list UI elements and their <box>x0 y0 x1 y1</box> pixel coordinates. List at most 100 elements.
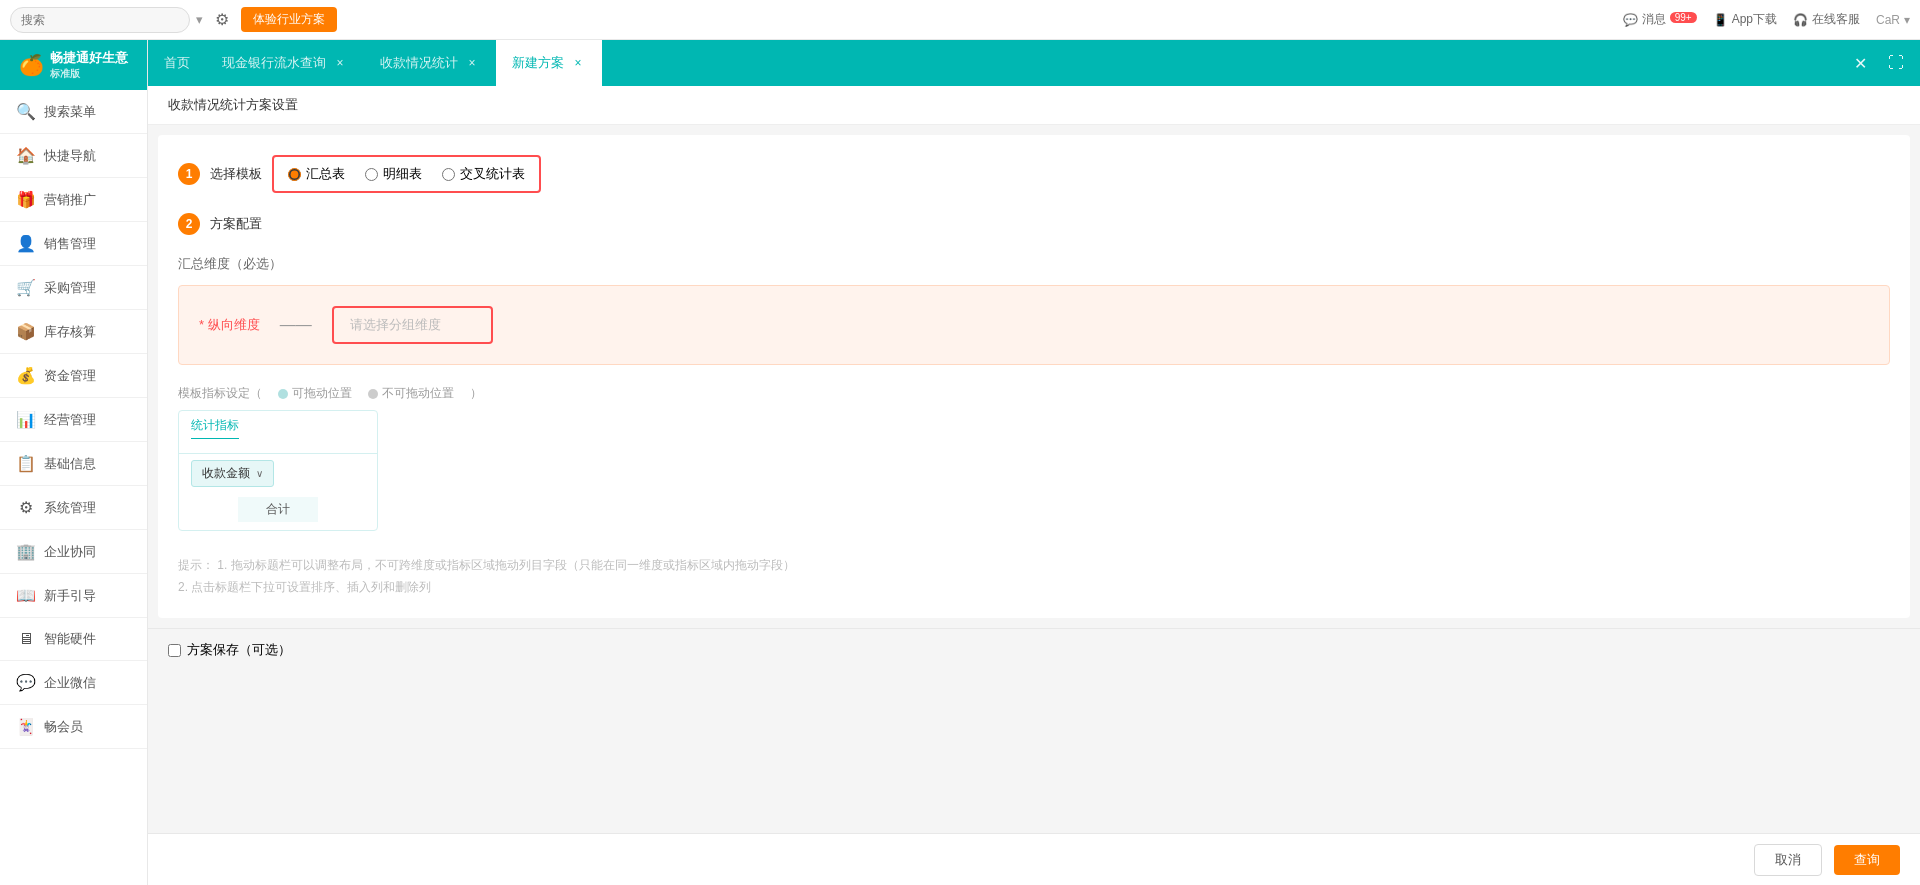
wechat-icon: 💬 <box>16 673 36 692</box>
step1-label: 选择模板 <box>210 165 262 183</box>
sidebar-item-beginner[interactable]: 📖 新手引导 <box>0 574 147 618</box>
tips-section: 提示： 1. 拖动标题栏可以调整布局，不可跨维度或指标区域拖动列目字段（只能在同… <box>178 555 1890 598</box>
tab-close-icon[interactable]: × <box>570 55 586 71</box>
metrics-tag-row: 收款金额 ∨ <box>179 454 377 493</box>
template-summary-label: 汇总表 <box>306 165 345 183</box>
tip-1: 提示： 1. 拖动标题栏可以调整布局，不可跨维度或指标区域拖动列目字段（只能在同… <box>178 555 1890 577</box>
sidebar-item-marketing[interactable]: 🎁 营销推广 <box>0 178 147 222</box>
sidebar-logo: 🍊 畅捷通好生意 标准版 <box>0 40 147 90</box>
radio-detail[interactable] <box>365 168 378 181</box>
page-content: 收款情况统计方案设置 1 选择模板 汇总表 明细表 <box>148 86 1920 833</box>
gear-icon[interactable]: ⚙ <box>209 7 235 33</box>
arrow-separator: —— <box>280 316 312 334</box>
maximize-icon[interactable]: ⛶ <box>1882 49 1910 77</box>
tab-collection-stat[interactable]: 收款情况统计 × <box>364 40 496 86</box>
sidebar-item-corp-wechat[interactable]: 💬 企业微信 <box>0 661 147 705</box>
service-button[interactable]: 🎧 在线客服 <box>1793 11 1860 28</box>
tab-bar: 首页 现金银行流水查询 × 收款情况统计 × 新建方案 × ✕ ⛶ <box>148 40 1920 86</box>
sidebar-item-label: 新手引导 <box>44 587 96 605</box>
home-icon: 🏠 <box>16 146 36 165</box>
sidebar-item-label: 销售管理 <box>44 235 96 253</box>
sidebar-item-label: 基础信息 <box>44 455 96 473</box>
hardware-icon: 🖥 <box>16 630 36 648</box>
base-info-icon: 📋 <box>16 454 36 473</box>
footer-bar: 取消 查询 <box>148 833 1920 885</box>
config-section: 汇总维度（必选） * 纵向维度 —— 请选择分组维度 模板指标设定（ 可拖动位置 <box>178 255 1890 598</box>
close-window-icon[interactable]: ✕ <box>1846 49 1874 77</box>
sidebar-item-corp-collab[interactable]: 🏢 企业协同 <box>0 530 147 574</box>
sidebar-item-inventory[interactable]: 📦 库存核算 <box>0 310 147 354</box>
dimension-selector[interactable]: 请选择分组维度 <box>332 306 493 344</box>
tab-close-icon[interactable]: × <box>332 55 348 71</box>
sidebar-item-label: 智能硬件 <box>44 630 96 648</box>
save-checkbox-label: 方案保存（可选） <box>187 641 291 659</box>
sidebar-item-finance[interactable]: 💰 资金管理 <box>0 354 147 398</box>
tab-new-plan-label: 新建方案 <box>512 54 564 72</box>
sidebar-item-sales[interactable]: 👤 销售管理 <box>0 222 147 266</box>
metrics-close: ） <box>470 385 482 402</box>
sidebar-item-purchase[interactable]: 🛒 采购管理 <box>0 266 147 310</box>
download-button[interactable]: 📱 App下载 <box>1713 11 1777 28</box>
system-icon: ⚙ <box>16 498 36 517</box>
tab-bank-flow[interactable]: 现金银行流水查询 × <box>206 40 364 86</box>
dimension-section-title: 汇总维度（必选） <box>178 255 1890 273</box>
sidebar-item-label: 畅会员 <box>44 718 83 736</box>
trial-button[interactable]: 体验行业方案 <box>241 7 337 32</box>
sidebar-item-operations[interactable]: 📊 经营管理 <box>0 398 147 442</box>
top-bar-left: ▾ ⚙ 体验行业方案 <box>10 7 1615 33</box>
tab-collection-stat-label: 收款情况统计 <box>380 54 458 72</box>
search-menu-icon: 🔍 <box>16 102 36 121</box>
tab-new-plan[interactable]: 新建方案 × <box>496 40 602 86</box>
sidebar-item-smart-hw[interactable]: 🖥 智能硬件 <box>0 618 147 661</box>
finance-icon: 💰 <box>16 366 36 385</box>
fixed-dot <box>368 389 378 399</box>
step2-label: 方案配置 <box>210 215 262 233</box>
metrics-section: 模板指标设定（ 可拖动位置 不可拖动位置 ） <box>178 385 1890 531</box>
cancel-button[interactable]: 取消 <box>1754 844 1822 876</box>
sidebar-item-quick-nav[interactable]: 🏠 快捷导航 <box>0 134 147 178</box>
draggable-indicator: 可拖动位置 <box>278 385 352 402</box>
search-input[interactable] <box>10 7 190 33</box>
sidebar: 🍊 畅捷通好生意 标准版 🔍 搜索菜单 🏠 快捷导航 🎁 营销推广 👤 销售管理… <box>0 40 148 885</box>
metrics-header: 模板指标设定（ 可拖动位置 不可拖动位置 ） <box>178 385 1890 402</box>
sidebar-item-label: 企业协同 <box>44 543 96 561</box>
template-option-crosstab[interactable]: 交叉统计表 <box>442 165 525 183</box>
metrics-sub-row: 合计 <box>179 493 377 530</box>
sidebar-item-system[interactable]: ⚙ 系统管理 <box>0 486 147 530</box>
sidebar-item-label: 营销推广 <box>44 191 96 209</box>
corp-icon: 🏢 <box>16 542 36 561</box>
user-info[interactable]: CaR ▾ <box>1876 13 1910 27</box>
save-section: 方案保存（可选） <box>148 628 1920 671</box>
template-options-box: 汇总表 明细表 交叉统计表 <box>272 155 541 193</box>
metrics-tag[interactable]: 收款金额 ∨ <box>191 460 274 487</box>
chevron-down-icon: ▾ <box>1904 13 1910 27</box>
metrics-section-title: 模板指标设定（ <box>178 385 262 402</box>
save-checkbox-row[interactable]: 方案保存（可选） <box>168 641 291 659</box>
dimension-area: * 纵向维度 —— 请选择分组维度 <box>178 285 1890 365</box>
sidebar-item-base-info[interactable]: 📋 基础信息 <box>0 442 147 486</box>
fixed-indicator: 不可拖动位置 <box>368 385 454 402</box>
logo-icon: 🍊 <box>19 53 44 77</box>
save-checkbox[interactable] <box>168 644 181 657</box>
main-layout: 🍊 畅捷通好生意 标准版 🔍 搜索菜单 🏠 快捷导航 🎁 营销推广 👤 销售管理… <box>0 40 1920 885</box>
sidebar-item-label: 库存核算 <box>44 323 96 341</box>
top-bar: ▾ ⚙ 体验行业方案 💬 消息 99+ 📱 App下载 🎧 在线客服 CaR ▾ <box>0 0 1920 40</box>
form-section: 1 选择模板 汇总表 明细表 交叉统计表 <box>158 135 1910 618</box>
purchase-icon: 🛒 <box>16 278 36 297</box>
sidebar-item-label: 采购管理 <box>44 279 96 297</box>
logo-text: 畅捷通好生意 <box>50 49 128 67</box>
tab-home[interactable]: 首页 <box>148 40 206 86</box>
sidebar-item-search-menu[interactable]: 🔍 搜索菜单 <box>0 90 147 134</box>
metrics-tag-label: 收款金额 <box>202 465 250 482</box>
message-button[interactable]: 💬 消息 99+ <box>1623 11 1697 28</box>
metrics-group-header: 统计指标 <box>179 411 377 454</box>
radio-summary[interactable] <box>288 168 301 181</box>
chevron-down-icon[interactable]: ▾ <box>196 12 203 27</box>
query-button[interactable]: 查询 <box>1834 845 1900 875</box>
tab-close-icon[interactable]: × <box>464 55 480 71</box>
template-option-detail[interactable]: 明细表 <box>365 165 422 183</box>
sidebar-item-member[interactable]: 🃏 畅会员 <box>0 705 147 749</box>
metrics-group-label: 统计指标 <box>191 417 239 439</box>
radio-crosstab[interactable] <box>442 168 455 181</box>
template-option-summary[interactable]: 汇总表 <box>288 165 345 183</box>
